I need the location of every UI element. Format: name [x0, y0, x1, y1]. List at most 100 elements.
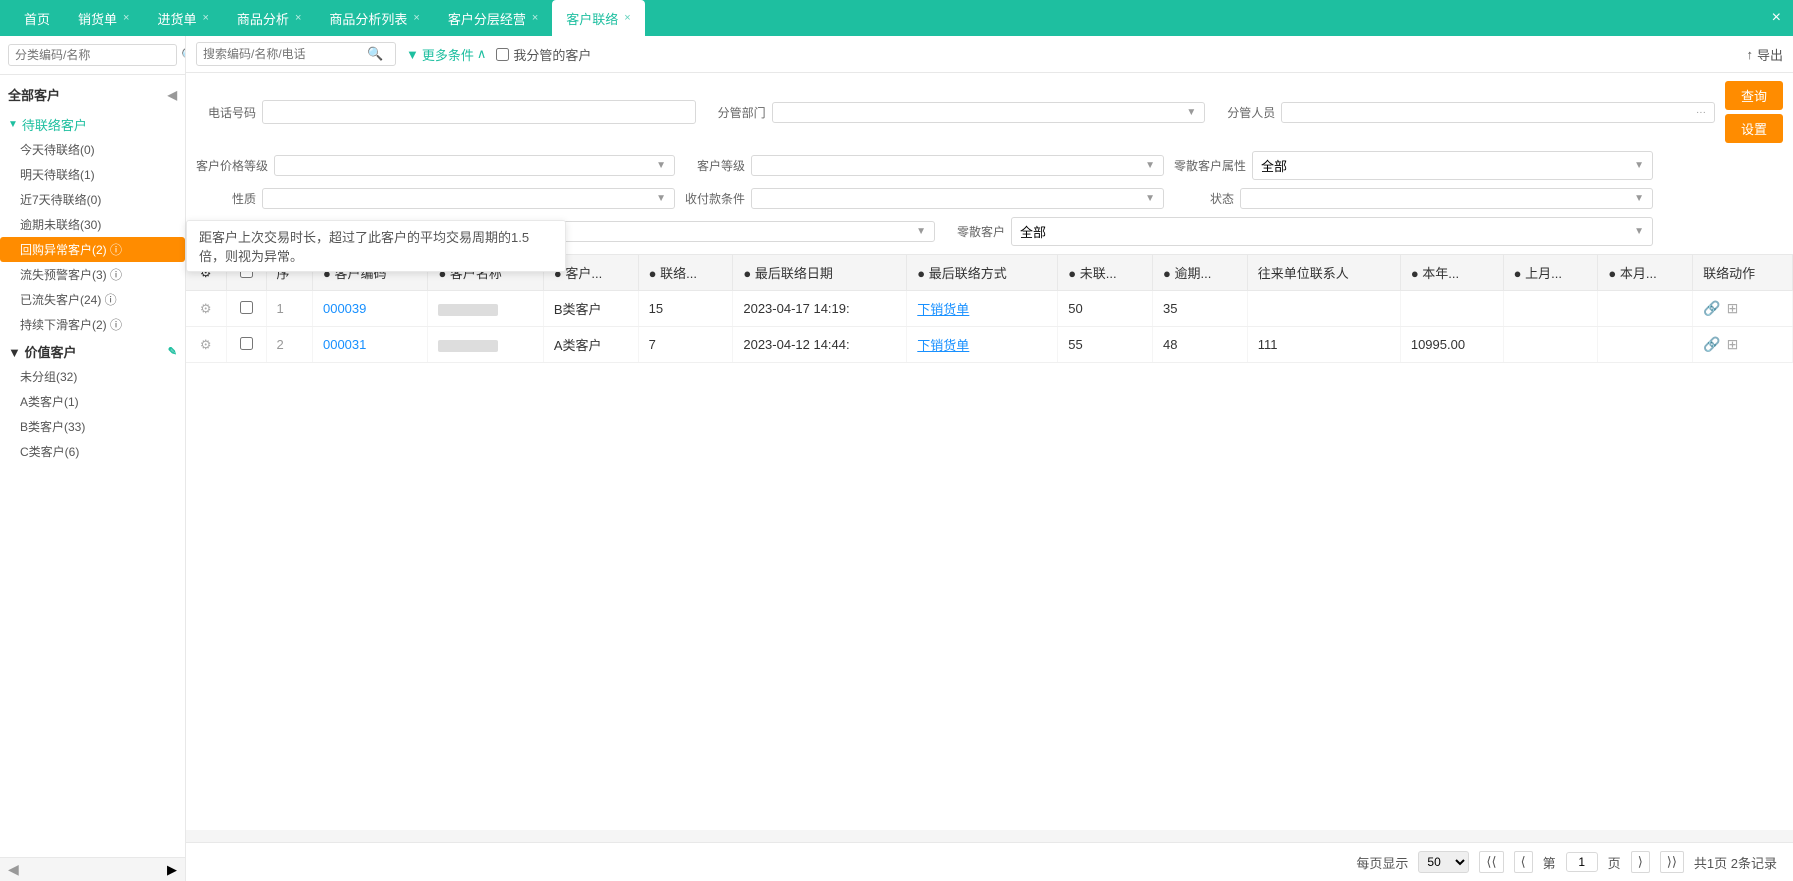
sidebar-item-today-contact[interactable]: 今天待联络(0)	[0, 137, 185, 162]
close-icon[interactable]: ×	[202, 12, 208, 24]
close-icon[interactable]: ×	[624, 12, 630, 24]
window-close-icon[interactable]: ×	[1772, 9, 1781, 27]
gear-cell[interactable]: ⚙	[186, 327, 226, 363]
sidebar-section-value-customers: ▼ 价值客户 ✎	[0, 337, 185, 364]
col-overdue-header[interactable]: ● 逾期...	[1153, 255, 1248, 291]
gender-select[interactable]: ▼	[262, 188, 675, 209]
row-checkbox[interactable]	[240, 337, 253, 350]
horizontal-scrollbar[interactable]	[186, 830, 1793, 842]
col-uncontact-header[interactable]: ● 未联...	[1058, 255, 1153, 291]
checkbox-cell[interactable]	[226, 291, 266, 327]
last-contact-method-cell[interactable]: 下销货单	[907, 291, 1058, 327]
close-icon[interactable]: ×	[413, 12, 419, 24]
link-icon[interactable]: 🔗	[1703, 300, 1720, 317]
phone-label: 电话号码	[196, 104, 256, 121]
nav-customer-segmentation[interactable]: 客户分层经营 ×	[434, 0, 552, 36]
sidebar-item-week-contact[interactable]: 近7天待联络(0)	[0, 187, 185, 212]
sidebar-item-repurchase-abnormal[interactable]: 回购异常客户(2) ⓘ	[0, 237, 185, 262]
code-cell[interactable]: 000031	[312, 327, 427, 363]
tree-root-all-customers[interactable]: 全部客户 ◀	[0, 79, 185, 110]
phone-input[interactable]	[262, 100, 696, 124]
nav-customer-contact[interactable]: 客户联络 ×	[552, 0, 644, 36]
filter-customer-price-level: 客户价格等级 ▼	[196, 155, 675, 176]
col-last-method-header[interactable]: ● 最后联络方式	[907, 255, 1058, 291]
sidebar-item-tomorrow-contact[interactable]: 明天待联络(1)	[0, 162, 185, 187]
level-cell: A类客户	[543, 327, 638, 363]
first-page-button[interactable]: ⟨⟨	[1479, 851, 1503, 873]
sidebar-item-c-customers[interactable]: C类客户(6)	[0, 439, 185, 464]
nav-sales-order[interactable]: 销货单 ×	[64, 0, 143, 36]
edit-icon[interactable]: ✎	[168, 345, 177, 358]
checkbox-cell[interactable]	[226, 327, 266, 363]
chevron-down-icon: ▼	[1145, 193, 1155, 204]
chevron-down-icon: ▼	[1145, 160, 1155, 171]
price-level-select[interactable]: ▼	[274, 155, 675, 176]
col-last-date-header[interactable]: ● 最后联络日期	[733, 255, 907, 291]
page-input[interactable]	[1566, 852, 1598, 872]
sidebar-item-loss-warning[interactable]: 流失预警客户(3) ⓘ	[0, 262, 185, 287]
grid-icon[interactable]: ⊞	[1727, 336, 1739, 353]
nav-purchase-order[interactable]: 进货单 ×	[143, 0, 222, 36]
close-icon[interactable]: ×	[295, 12, 301, 24]
my-customers-check[interactable]	[496, 48, 509, 61]
sidebar-section-pending-contact[interactable]: ▼ 待联络客户	[0, 110, 185, 137]
nav-product-analysis[interactable]: 商品分析 ×	[223, 0, 315, 36]
query-button[interactable]: 查询	[1725, 81, 1783, 110]
filter-customer-level: 客户等级 ▼	[685, 155, 1164, 176]
status-select[interactable]: ▼	[1240, 188, 1653, 209]
last-contact-method-cell[interactable]: 下销货单	[907, 327, 1058, 363]
per-page-select[interactable]: 50 100 200	[1418, 851, 1469, 873]
link-icon[interactable]: 🔗	[1703, 336, 1720, 353]
col-this-year-header[interactable]: ● 本年...	[1400, 255, 1503, 291]
code-cell[interactable]: 000039	[312, 291, 427, 327]
col-contact-count-header[interactable]: ● 联络...	[638, 255, 733, 291]
search-icon[interactable]: 🔍	[367, 46, 383, 62]
filter-phone: 电话号码	[196, 100, 696, 124]
close-icon[interactable]: ×	[532, 12, 538, 24]
content-area: 🔍 ▼ 更多条件 ∧ 我分管的客户 ↑ 导出 电话号码	[186, 36, 1793, 881]
prev-page-button[interactable]: ⟨	[1514, 851, 1533, 873]
sidebar-item-a-customers[interactable]: A类客户(1)	[0, 389, 185, 414]
index-cell: 1	[266, 291, 312, 327]
sidebar-item-ungrouped[interactable]: 未分组(32)	[0, 364, 185, 389]
sidebar-search-bar: 🔍	[0, 36, 185, 75]
sidebar-bottom-icon[interactable]: ◀	[8, 861, 19, 878]
chevron-down-icon: ▼	[1634, 226, 1644, 237]
export-button[interactable]: ↑ 导出	[1746, 45, 1783, 64]
my-customers-checkbox[interactable]: 我分管的客户	[496, 45, 591, 64]
total-label: 共1页 2条记录	[1694, 853, 1777, 872]
name-cell	[428, 327, 543, 363]
sidebar-bottom-right-icon[interactable]: ▶	[167, 862, 177, 878]
contacts-cell: 111	[1247, 327, 1400, 363]
col-this-month-header[interactable]: ● 本月...	[1598, 255, 1693, 291]
nav-product-analysis-list[interactable]: 商品分析列表 ×	[315, 0, 433, 36]
col-contacts-header[interactable]: 往来单位联系人	[1247, 255, 1400, 291]
branch-person-select[interactable]: ···	[1281, 102, 1715, 123]
sidebar-search-input[interactable]	[8, 44, 177, 66]
branch-dept-select[interactable]: ▼	[772, 102, 1206, 123]
retail-customer-select[interactable]: 全部 ▼	[1011, 217, 1653, 246]
action-cell: 🔗⊞	[1693, 327, 1793, 363]
more-conditions-toggle[interactable]: ▼ 更多条件 ∧	[406, 45, 486, 64]
last-page-button[interactable]: ⟩⟩	[1660, 851, 1684, 873]
settings-button[interactable]: 设置	[1725, 114, 1783, 143]
table-wrap: ⚙ 序 ● 客户编码 ● 客户名称 ● 客户... ● 联络... ● 最后联络…	[186, 255, 1793, 881]
chevron-down-icon: ▼	[1634, 160, 1644, 171]
search-input[interactable]	[203, 47, 363, 61]
sidebar-item-b-customers[interactable]: B类客户(33)	[0, 414, 185, 439]
section-label: ▼ 价值客户	[8, 342, 76, 361]
next-page-button[interactable]: ⟩	[1631, 851, 1650, 873]
nav-home[interactable]: 首页	[10, 0, 64, 36]
retail-attr-select[interactable]: 全部 ▼	[1252, 151, 1653, 180]
close-icon[interactable]: ×	[123, 12, 129, 24]
sidebar-item-lost-customers[interactable]: 已流失客户(24) ⓘ	[0, 287, 185, 312]
customer-level-select[interactable]: ▼	[751, 155, 1164, 176]
chevron-icon: ∧	[477, 46, 487, 62]
col-last-month-header[interactable]: ● 上月...	[1503, 255, 1598, 291]
sidebar-item-declining[interactable]: 持续下滑客户(2) ⓘ	[0, 312, 185, 337]
sidebar-item-overdue-contact[interactable]: 逾期未联络(30)	[0, 212, 185, 237]
row-checkbox[interactable]	[240, 301, 253, 314]
payment-terms-select[interactable]: ▼	[751, 188, 1164, 209]
gear-cell[interactable]: ⚙	[186, 291, 226, 327]
grid-icon[interactable]: ⊞	[1727, 300, 1739, 317]
